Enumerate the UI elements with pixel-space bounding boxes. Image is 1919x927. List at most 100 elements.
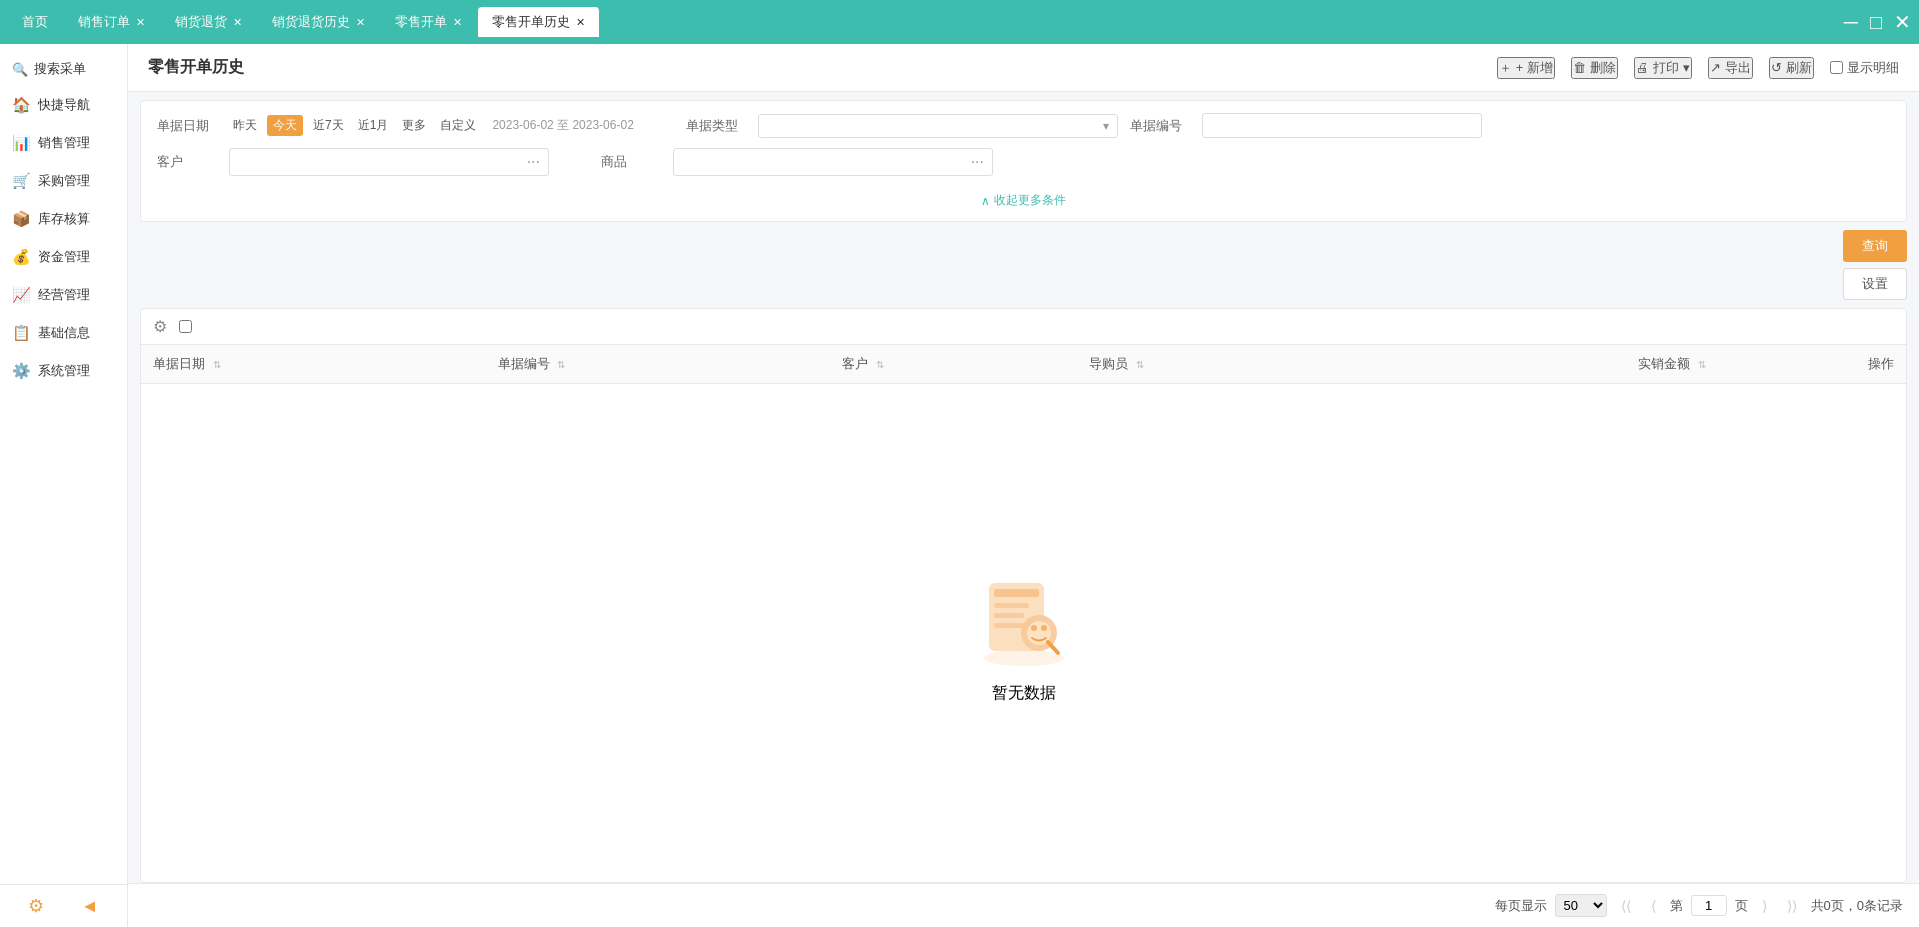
date-7days[interactable]: 近7天 [309,115,348,136]
doc-serial-input[interactable] [1202,113,1482,138]
window-min-button[interactable]: ─ [1844,11,1858,34]
tab-sales-return-label: 销货退货 [175,13,227,31]
date-shortcuts: 昨天 今天 近7天 近1月 更多 自定义 2023-06-02 至 2023-0… [229,115,634,136]
purchase-icon: 🛒 [12,172,30,190]
select-all-checkbox[interactable] [179,320,192,333]
window-close-button[interactable]: ✕ [1894,10,1911,34]
tab-sales-order-close[interactable]: ✕ [136,16,145,29]
add-label: + 新增 [1516,59,1553,77]
sidebar-item-system-label: 系统管理 [38,362,90,380]
col-customer-sort-icon[interactable]: ⇅ [876,359,884,370]
add-button[interactable]: ＋ + 新增 [1497,57,1555,79]
tab-list: 首页 销售订单 ✕ 销货退货 ✕ 销货退货历史 ✕ 零售开单 ✕ 零售开单历史 … [8,7,1844,37]
tab-sales-return[interactable]: 销货退货 ✕ [161,7,256,37]
collapse-button[interactable]: ∧ 收起更多条件 [981,192,1066,209]
goods-input[interactable]: ··· [673,148,993,176]
operations-icon: 📈 [12,286,30,304]
date-more[interactable]: 更多 [398,115,430,136]
data-table: 单据日期 ⇅ 单据编号 ⇅ 客户 ⇅ 导购员 ⇅ [141,345,1906,384]
sidebar-item-quick-nav[interactable]: 🏠 快捷导航 [0,86,127,124]
customer-input[interactable]: ··· [229,148,549,176]
window-max-button[interactable]: □ [1870,11,1882,34]
date-range-text: 2023-06-02 至 2023-06-02 [492,117,633,134]
sidebar-item-sales[interactable]: 📊 销售管理 [0,124,127,162]
collapse-up-icon: ∧ [981,194,990,208]
col-serial: 单据编号 ⇅ [486,345,831,384]
last-page-button[interactable]: ⟩⟩ [1781,896,1803,916]
page-input[interactable] [1691,895,1727,916]
sidebar-item-finance[interactable]: 💰 资金管理 [0,238,127,276]
date-1month[interactable]: 近1月 [354,115,393,136]
filter-area: 单据日期 昨天 今天 近7天 近1月 更多 自定义 2023-06-02 至 2… [140,100,1907,222]
sidebar-settings-button[interactable]: ⚙ [28,895,44,917]
add-icon: ＋ [1499,59,1512,77]
tab-retail-open-history-close[interactable]: ✕ [576,16,585,29]
date-custom[interactable]: 自定义 [436,115,480,136]
tab-retail-open-history[interactable]: 零售开单历史 ✕ [478,7,599,37]
inventory-icon: 📦 [12,210,30,228]
col-amount-sort-icon[interactable]: ⇅ [1698,359,1706,370]
col-actions: 操作 [1718,345,1906,384]
col-serial-sort-icon[interactable]: ⇅ [557,359,565,370]
table-container: ⚙ 单据日期 ⇅ 单据编号 ⇅ 客户 [140,308,1907,883]
tab-home[interactable]: 首页 [8,7,62,37]
doc-type-label: 单据类型 [686,117,746,135]
sidebar-bottom: ⚙ ◄ [0,884,127,927]
refresh-icon: ↺ [1771,60,1782,75]
tab-sales-order[interactable]: 销售订单 ✕ [64,7,159,37]
sidebar-item-sales-label: 销售管理 [38,134,90,152]
sidebar-item-purchase[interactable]: 🛒 采购管理 [0,162,127,200]
search-icon: 🔍 [12,62,28,77]
tab-sales-return-history-close[interactable]: ✕ [356,16,365,29]
sidebar-item-purchase-label: 采购管理 [38,172,90,190]
export-label: 导出 [1725,59,1751,77]
next-page-button[interactable]: ⟩ [1756,896,1773,916]
tab-sales-return-history-label: 销货退货历史 [272,13,350,31]
prev-page-button[interactable]: ⟨ [1645,896,1662,916]
col-date-sort-icon[interactable]: ⇅ [213,359,221,370]
tab-retail-open-close[interactable]: ✕ [453,16,462,29]
main-layout: 🔍 搜索采单 🏠 快捷导航 📊 销售管理 🛒 采购管理 📦 库存核算 💰 资金管… [0,44,1919,927]
setting-button[interactable]: 设置 [1843,268,1907,300]
sidebar-item-inventory-label: 库存核算 [38,210,90,228]
date-yesterday[interactable]: 昨天 [229,115,261,136]
doc-type-select[interactable]: ▾ [758,114,1118,138]
sidebar-item-operations[interactable]: 📈 经营管理 [0,276,127,314]
show-detail-checkbox[interactable] [1830,61,1843,74]
delete-button[interactable]: 🗑 删除 [1571,57,1618,79]
query-button[interactable]: 查询 [1843,230,1907,262]
sidebar-item-system[interactable]: ⚙️ 系统管理 [0,352,127,390]
svg-point-10 [1041,625,1047,631]
refresh-label: 刷新 [1786,59,1812,77]
col-guide-sort-icon[interactable]: ⇅ [1136,359,1144,370]
refresh-button[interactable]: ↺ 刷新 [1769,57,1814,79]
customer-dots-icon: ··· [527,153,540,171]
col-amount: 实销金额 ⇅ [1373,345,1718,384]
header-actions: ＋ + 新增 🗑 删除 🖨 打印 ▾ ↗ 导出 ↺ [1497,57,1899,79]
first-page-button[interactable]: ⟨⟨ [1615,896,1637,916]
home-icon: 🏠 [12,96,30,114]
tab-home-label: 首页 [22,13,48,31]
date-today[interactable]: 今天 [267,115,303,136]
per-page-select[interactable]: 50 100 200 [1555,894,1607,917]
table-header-row: 单据日期 ⇅ 单据编号 ⇅ 客户 ⇅ 导购员 ⇅ [141,345,1906,384]
sidebar-item-inventory[interactable]: 📦 库存核算 [0,200,127,238]
sidebar-search[interactable]: 🔍 搜索采单 [0,52,127,86]
svg-point-9 [1031,625,1037,631]
print-icon: 🖨 [1636,60,1649,75]
tab-sales-return-close[interactable]: ✕ [233,16,242,29]
goods-dots-icon: ··· [971,153,984,171]
export-icon: ↗ [1710,60,1721,75]
sidebar-collapse-button[interactable]: ◄ [81,896,99,917]
sidebar: 🔍 搜索采单 🏠 快捷导航 📊 销售管理 🛒 采购管理 📦 库存核算 💰 资金管… [0,44,128,927]
print-label: 打印 [1653,59,1679,77]
table-settings-icon[interactable]: ⚙ [153,317,167,336]
show-detail-checkbox-label[interactable]: 显示明细 [1830,59,1899,77]
export-button[interactable]: ↗ 导出 [1708,57,1753,79]
sidebar-item-basic-info[interactable]: 📋 基础信息 [0,314,127,352]
print-button[interactable]: 🖨 打印 ▾ [1634,57,1692,79]
tab-retail-open[interactable]: 零售开单 ✕ [381,7,476,37]
table-toolbar: ⚙ [141,309,1906,345]
per-page-label: 每页显示 [1495,897,1547,915]
tab-sales-return-history[interactable]: 销货退货历史 ✕ [258,7,379,37]
